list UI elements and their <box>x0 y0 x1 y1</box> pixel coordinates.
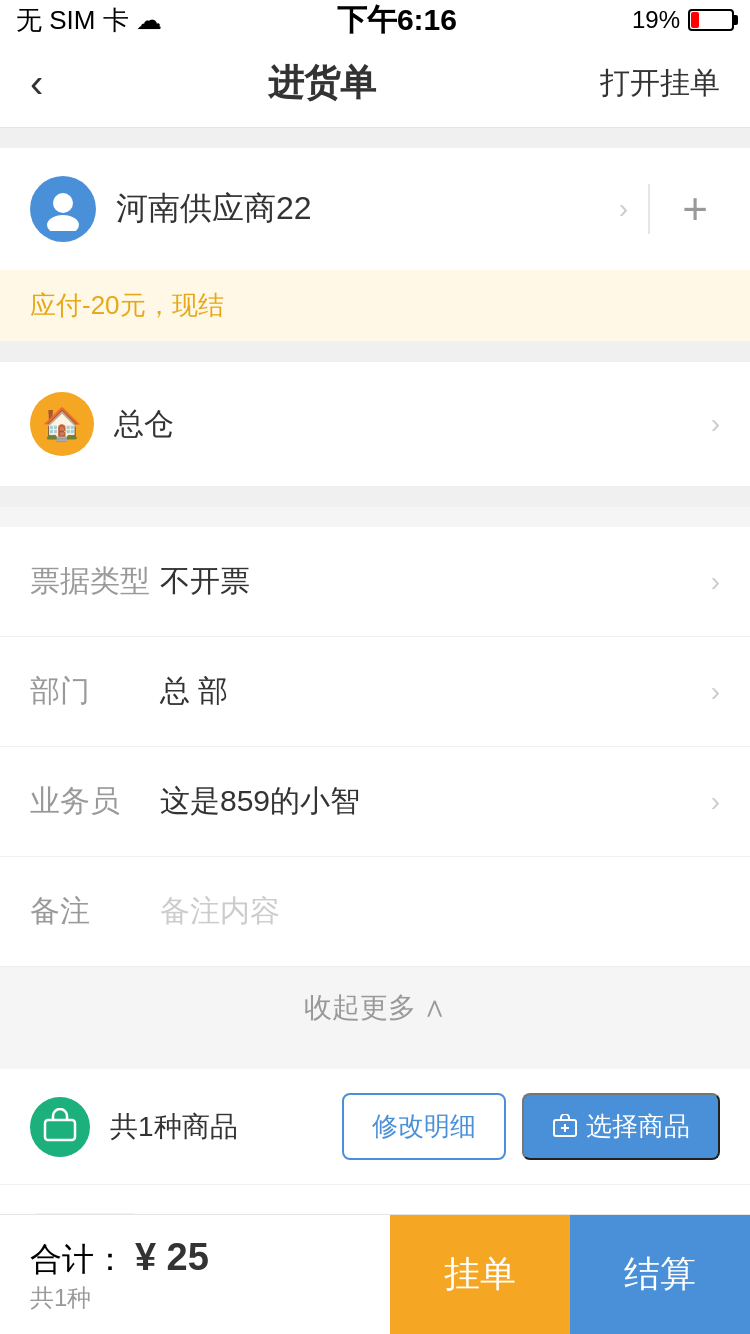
invoice-arrow-icon: › <box>711 566 720 598</box>
collapse-bar[interactable]: 收起更多 ∧ <box>0 966 750 1049</box>
sales-label: 业务员 <box>30 781 160 822</box>
checkout-button[interactable]: 结算 <box>570 1215 750 1334</box>
back-button[interactable]: ‹ <box>30 61 43 106</box>
supplier-section: 河南供应商22 › + 应付-20元，现结 <box>0 148 750 342</box>
products-count: 共1种商品 <box>110 1108 342 1146</box>
sales-value: 这是859的小智 <box>160 781 701 822</box>
edit-detail-button[interactable]: 修改明细 <box>342 1093 506 1160</box>
top-divider <box>0 128 750 148</box>
invoice-row[interactable]: 票据类型 不开票 › <box>0 527 750 637</box>
sales-arrow-icon: › <box>711 786 720 818</box>
invoice-value: 不开票 <box>160 561 701 602</box>
mid-divider2 <box>0 487 750 507</box>
notice-bar: 应付-20元，现结 <box>0 270 750 342</box>
products-header: 共1种商品 修改明细 选择商品 <box>0 1069 750 1185</box>
total-section: 合计： ¥ 25 共1种 <box>0 1215 390 1334</box>
total-row: 合计： ¥ 25 <box>30 1236 360 1282</box>
select-product-button[interactable]: 选择商品 <box>522 1093 720 1160</box>
select-product-label: 选择商品 <box>586 1109 690 1144</box>
warehouse-icon-wrap: 🏠 <box>30 392 94 456</box>
total-count: 共1种 <box>30 1282 360 1314</box>
status-bar: 无 SIM 卡 ☁ 下午6:16 19% <box>0 0 750 40</box>
svg-point-1 <box>47 215 79 231</box>
remark-label: 备注 <box>30 891 160 932</box>
svg-point-0 <box>53 193 73 213</box>
warehouse-arrow-icon: › <box>711 408 720 440</box>
hang-button[interactable]: 挂单 <box>390 1215 570 1334</box>
department-label: 部门 <box>30 671 160 712</box>
avatar-icon <box>41 187 85 231</box>
products-icon <box>30 1097 90 1157</box>
battery-icon <box>688 9 734 31</box>
select-product-icon <box>552 1114 578 1140</box>
supplier-arrow-icon: › <box>619 193 628 225</box>
status-right: 19% <box>632 6 734 34</box>
svg-rect-2 <box>45 1120 75 1140</box>
sales-row[interactable]: 业务员 这是859的小智 › <box>0 747 750 857</box>
add-supplier-button[interactable]: + <box>670 184 720 234</box>
cart-icon <box>41 1108 79 1146</box>
form-section: 票据类型 不开票 › 部门 总 部 › 业务员 这是859的小智 › 备注 备注… <box>0 527 750 966</box>
status-time: 下午6:16 <box>337 0 457 41</box>
status-left: 无 SIM 卡 ☁ <box>16 3 162 38</box>
remark-row[interactable]: 备注 备注内容 <box>0 857 750 966</box>
warehouse-value: 总仓 <box>114 404 701 445</box>
warehouse-icon: 🏠 <box>42 405 82 443</box>
bottom-bar: 合计： ¥ 25 共1种 挂单 结算 <box>0 1214 750 1334</box>
open-pending-button[interactable]: 打开挂单 <box>600 63 720 104</box>
mid-divider1 <box>0 342 750 362</box>
supplier-avatar <box>30 176 96 242</box>
total-label: 合计： <box>30 1241 126 1277</box>
supplier-row[interactable]: 河南供应商22 › + <box>0 148 750 270</box>
department-value: 总 部 <box>160 671 701 712</box>
invoice-label: 票据类型 <box>30 561 160 602</box>
supplier-divider <box>648 184 650 234</box>
sim-status: 无 SIM 卡 ☁ <box>16 3 162 38</box>
page-title: 进货单 <box>268 59 376 108</box>
supplier-name: 河南供应商22 <box>116 187 609 231</box>
battery-percent: 19% <box>632 6 680 34</box>
total-amount: ¥ 25 <box>135 1236 209 1278</box>
nav-bar: ‹ 进货单 打开挂单 <box>0 40 750 128</box>
department-row[interactable]: 部门 总 部 › <box>0 637 750 747</box>
remark-input[interactable]: 备注内容 <box>160 891 720 932</box>
warehouse-row[interactable]: 🏠 总仓 › <box>0 362 750 487</box>
department-arrow-icon: › <box>711 676 720 708</box>
